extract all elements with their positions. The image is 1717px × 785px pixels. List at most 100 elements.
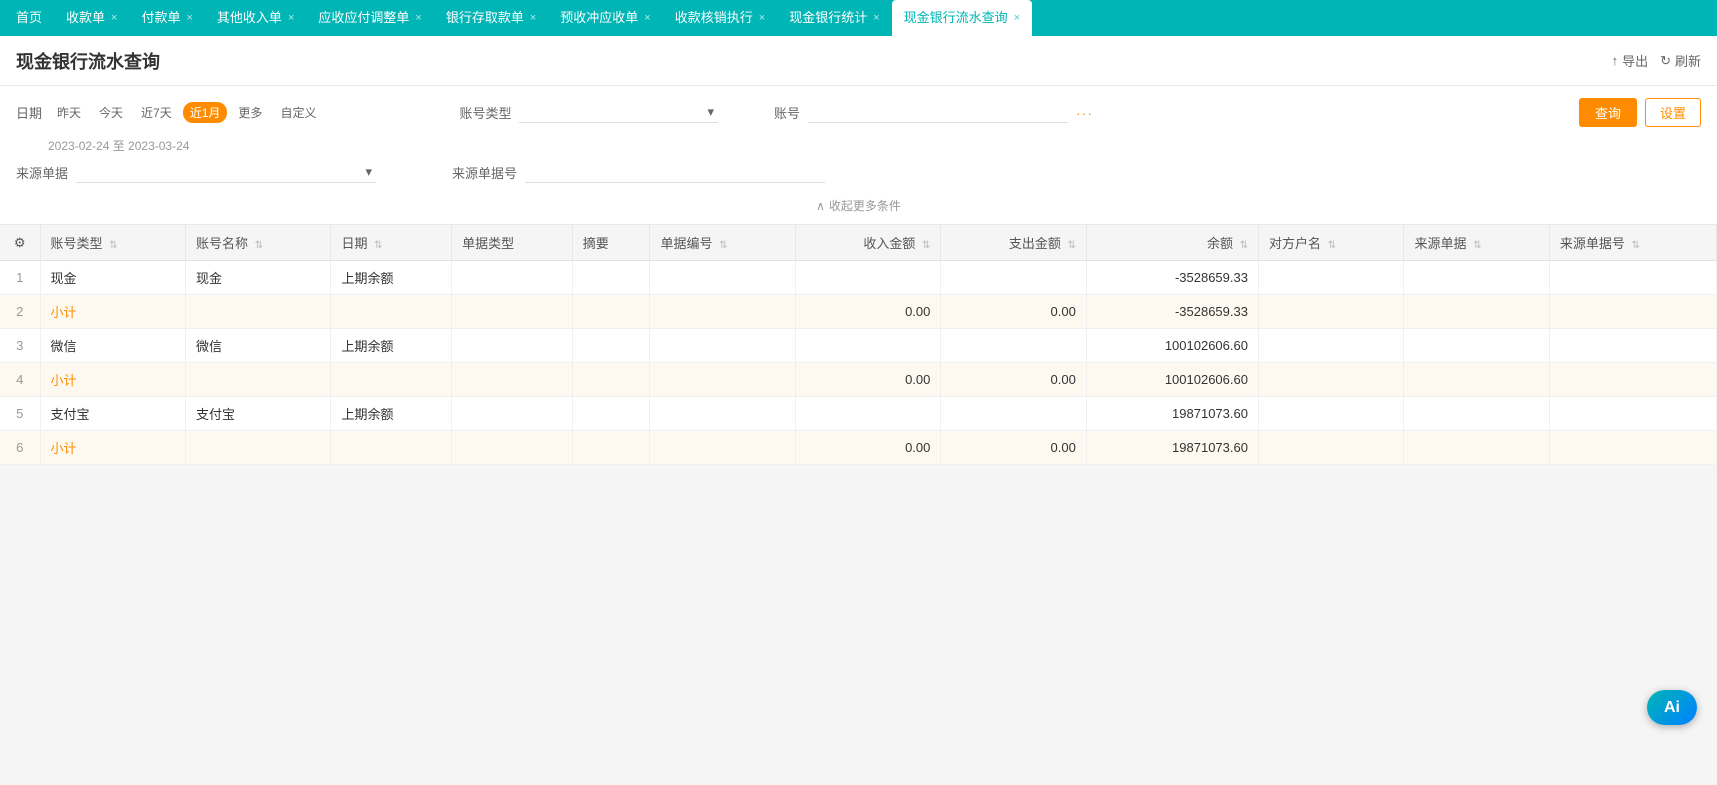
collapse-bar[interactable]: ∧ 收起更多条件: [16, 193, 1701, 216]
source-doc-no-label: 来源单据号: [452, 163, 517, 182]
gear-icon[interactable]: ⚙: [14, 235, 26, 251]
account-ellipsis-button[interactable]: ···: [1076, 105, 1093, 121]
col-settings[interactable]: ⚙: [0, 225, 40, 261]
table-row[interactable]: 4 小计 0.00 0.00 100102606.60: [0, 363, 1717, 397]
date-today[interactable]: 今天: [92, 102, 130, 123]
table-row[interactable]: 5 支付宝 支付宝 上期余额 19871073.60: [0, 397, 1717, 431]
nav-bank-stats-close[interactable]: ×: [873, 0, 879, 36]
nav-payments-close[interactable]: ×: [186, 0, 192, 36]
col-counterparty-label: 对方户名: [1269, 236, 1321, 251]
collapse-up-icon: ∧: [816, 199, 825, 213]
table-row[interactable]: 3 微信 微信 上期余额 100102606.60: [0, 329, 1717, 363]
table-row[interactable]: 6 小计 0.00 0.00 19871073.60: [0, 431, 1717, 465]
cell-summary: [572, 261, 650, 295]
nav-prepay-close[interactable]: ×: [644, 0, 650, 36]
cell-source-doc-no: [1549, 363, 1716, 397]
col-account-name[interactable]: 账号名称 ⇅: [185, 225, 330, 261]
ai-assistant-button[interactable]: Ai: [1647, 690, 1697, 725]
nav-home[interactable]: 首页: [4, 0, 54, 36]
cell-expense: [941, 397, 1086, 431]
nav-bank-deposit-label: 银行存取款单: [446, 0, 524, 36]
date-yesterday[interactable]: 昨天: [50, 102, 88, 123]
table-row[interactable]: 2 小计 0.00 0.00 -3528659.33: [0, 295, 1717, 329]
cell-expense: 0.00: [941, 363, 1086, 397]
query-button[interactable]: 查询: [1579, 98, 1637, 127]
col-summary[interactable]: 摘要: [572, 225, 650, 261]
nav-bank-flow[interactable]: 现金银行流水查询 ×: [892, 0, 1032, 36]
sort-icon-date: ⇅: [374, 240, 382, 251]
account-type-cell: 微信: [51, 339, 77, 354]
refresh-label: 刷新: [1675, 51, 1701, 70]
source-doc-no-input[interactable]: [525, 163, 825, 183]
cell-summary: [572, 295, 650, 329]
sort-icon-doc-no: ⇅: [719, 240, 727, 251]
refresh-icon: ↻: [1660, 53, 1671, 69]
cell-date: 上期余额: [331, 397, 452, 431]
header-actions: ↑ 导出 ↻ 刷新: [1612, 51, 1701, 70]
nav-prepay[interactable]: 预收冲应收单 ×: [548, 0, 662, 36]
nav-verify[interactable]: 收款核销执行 ×: [663, 0, 777, 36]
export-icon: ↑: [1612, 53, 1619, 68]
date-range-display: 2023-02-24 至 2023-03-24: [48, 137, 1701, 154]
cell-expense: 0.00: [941, 295, 1086, 329]
col-date[interactable]: 日期 ⇅: [331, 225, 452, 261]
nav-receipts-label: 收款单: [66, 0, 105, 36]
nav-other-income-close[interactable]: ×: [288, 0, 294, 36]
cell-account-name: 微信: [185, 329, 330, 363]
cell-counterparty: [1258, 261, 1403, 295]
nav-payments[interactable]: 付款单 ×: [129, 0, 204, 36]
cell-income: [795, 261, 940, 295]
page-header: 现金银行流水查询 ↑ 导出 ↻ 刷新: [0, 36, 1717, 86]
date-shortcuts: 昨天 今天 近7天 近1月 更多 自定义: [50, 102, 323, 123]
cell-balance: 19871073.60: [1086, 397, 1258, 431]
cell-account-type: 微信: [40, 329, 185, 363]
nav-adjustment-close[interactable]: ×: [415, 0, 421, 36]
export-button[interactable]: ↑ 导出: [1612, 51, 1649, 70]
sort-icon-source-doc-no: ⇅: [1632, 240, 1640, 251]
nav-receipts-close[interactable]: ×: [111, 0, 117, 36]
date-custom[interactable]: 自定义: [273, 102, 323, 123]
account-type-select[interactable]: ▾: [519, 102, 718, 123]
col-source-doc-no[interactable]: 来源单据号 ⇅: [1549, 225, 1716, 261]
account-input[interactable]: [808, 103, 1068, 123]
col-source-doc[interactable]: 来源单据 ⇅: [1404, 225, 1549, 261]
cell-expense: [941, 329, 1086, 363]
col-account-type[interactable]: 账号类型 ⇅: [40, 225, 185, 261]
cell-counterparty: [1258, 431, 1403, 465]
nav-bank-deposit[interactable]: 银行存取款单 ×: [434, 0, 548, 36]
nav-bank-flow-close[interactable]: ×: [1014, 0, 1020, 36]
nav-receipts[interactable]: 收款单 ×: [54, 0, 129, 36]
date-1month[interactable]: 近1月: [183, 102, 228, 123]
top-navigation: 首页 收款单 × 付款单 × 其他收入单 × 应收应付调整单 × 银行存取款单 …: [0, 0, 1717, 36]
cell-doc-type: [452, 431, 573, 465]
col-income[interactable]: 收入金额 ⇅: [795, 225, 940, 261]
date-7days[interactable]: 近7天: [134, 102, 179, 123]
cell-summary: [572, 363, 650, 397]
date-more[interactable]: 更多: [231, 102, 269, 123]
collapse-label: 收起更多条件: [829, 197, 901, 214]
date-filter-group: 日期 昨天 今天 近7天 近1月 更多 自定义: [16, 102, 323, 123]
col-source-doc-label: 来源单据: [1414, 236, 1466, 251]
col-counterparty[interactable]: 对方户名 ⇅: [1258, 225, 1403, 261]
nav-adjustment[interactable]: 应收应付调整单 ×: [306, 0, 433, 36]
settings-button[interactable]: 设置: [1645, 98, 1701, 127]
cell-income: 0.00: [795, 431, 940, 465]
cell-no: 4: [0, 363, 40, 397]
col-doc-no[interactable]: 单据编号 ⇅: [650, 225, 795, 261]
account-type-filter-group: 账号类型 ▾: [459, 102, 718, 123]
cell-date: [331, 431, 452, 465]
nav-verify-close[interactable]: ×: [759, 0, 765, 36]
cell-doc-no: [650, 295, 795, 329]
col-expense[interactable]: 支出金额 ⇅: [941, 225, 1086, 261]
nav-bank-stats[interactable]: 现金银行统计 ×: [777, 0, 891, 36]
cell-account-name: [185, 363, 330, 397]
nav-other-income[interactable]: 其他收入单 ×: [205, 0, 306, 36]
cell-counterparty: [1258, 329, 1403, 363]
col-balance[interactable]: 余额 ⇅: [1086, 225, 1258, 261]
nav-bank-deposit-close[interactable]: ×: [530, 0, 536, 36]
table-row[interactable]: 1 现金 现金 上期余额 -3528659.33: [0, 261, 1717, 295]
cell-source-doc-no: [1549, 295, 1716, 329]
col-doc-type[interactable]: 单据类型: [452, 225, 573, 261]
refresh-button[interactable]: ↻ 刷新: [1660, 51, 1701, 70]
source-doc-select[interactable]: ▾: [76, 162, 376, 183]
